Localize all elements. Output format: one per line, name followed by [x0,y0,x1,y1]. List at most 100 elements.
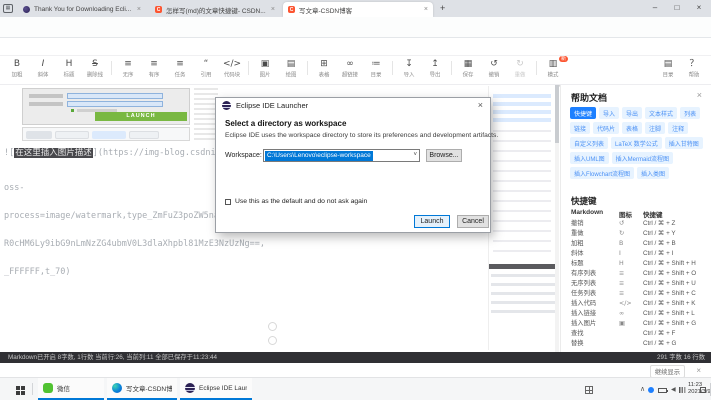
tray-grid-icon[interactable] [585,386,593,394]
help-button[interactable]: ？ 帮助 [681,56,707,79]
undo-button[interactable]: ↺ 撤销 [481,56,507,84]
hyperlink-button[interactable]: ∞ 超链接 [337,56,363,84]
action-center-icon[interactable] [700,387,706,393]
help-tag[interactable]: 插入UML图 [570,152,609,164]
tab-title: 写文章-CSDN博客 [299,5,420,15]
strip-close-icon[interactable]: × [696,366,701,375]
minimize-button[interactable]: – [645,0,665,16]
help-tag[interactable]: 插入甘特图 [665,137,703,149]
markdown-alt-text-selected: 在这里插入图片描述 [14,148,93,158]
preview-scrollbar[interactable] [555,85,559,352]
hidden-icons-chevron[interactable]: ∧ [640,385,645,393]
shortcuts-section-title: 快捷键 [571,195,597,207]
shortcut-row: 有序列表 ≡ Ctrl / ⌘ + Shift + O [571,269,707,279]
help-tag[interactable]: 自定义列表 [570,137,608,149]
workspace-path-selected[interactable]: C:\Users\Lenovo\eclipse-workspace [265,151,373,161]
help-tag[interactable]: 注释 [668,122,688,134]
help-tag[interactable]: 代码片 [593,122,619,134]
checkbox-label[interactable]: Use this as the default and do not ask a… [235,198,367,205]
close-button[interactable]: × [689,0,709,16]
taskbar-item-wechat[interactable]: 微信 [38,378,104,400]
default-workspace-checkbox[interactable] [225,199,231,205]
battery-icon[interactable] [658,388,667,393]
help-tag[interactable]: 文本样式 [645,107,677,119]
help-tag[interactable]: 导入 [599,107,619,119]
help-tag[interactable]: 插入Flowchart流程图 [570,167,634,179]
italic-button[interactable]: I 斜体 [30,56,56,84]
tab-close-icon[interactable]: × [137,6,141,13]
cancel-button[interactable]: Cancel [457,215,489,228]
help-tag-active[interactable]: 快捷键 [570,107,596,119]
new-badge: 新 [559,56,568,62]
export-button[interactable]: ↥ 导出 [422,56,448,84]
markdown-line-2[interactable]: oss- [4,183,24,193]
save-button[interactable]: ▦ 保存 [455,56,481,84]
ordered-list-button[interactable]: ≡ 有序 [141,56,167,84]
toc-button[interactable]: ≔ 目录 [363,56,389,84]
table-button[interactable]: ⊞ 表格 [311,56,337,84]
tab-title: 怎样写(md)的文章快捷键- CSDN... [166,5,267,15]
bold-button[interactable]: B 加粗 [4,56,30,84]
maximize-button[interactable]: □ [667,0,687,16]
redo-button[interactable]: ↻ 重做 [507,56,533,84]
help-tag[interactable]: 注脚 [645,122,665,134]
task-list-button[interactable]: ≡ 任务 [167,56,193,84]
help-tag[interactable]: 插入Mermaid流程图 [612,152,673,164]
strikethrough-button[interactable]: S 删除线 [82,56,108,84]
taskbar-item-eclipse[interactable]: Eclipse IDE Launc… [180,378,252,400]
csdn-favicon-icon: C [288,6,295,13]
drawing-button[interactable]: ▤ 绘图 [278,56,304,84]
mode-button[interactable]: ▥ 模式 新 [540,56,566,84]
network-icon[interactable] [679,387,686,393]
code-block-button[interactable]: </> 代码块 [219,56,245,84]
dialog-title-bar[interactable]: Eclipse IDE Launcher × [216,98,490,113]
scrollbar-thumb[interactable] [555,85,559,143]
browser-tab-3-active[interactable]: C 写文章-CSDN博客 × [283,2,433,17]
preview-float-button[interactable] [268,336,277,345]
preview-float-button[interactable] [268,322,277,331]
help-tag[interactable]: 表格 [622,122,642,134]
tab-close-icon[interactable]: × [271,6,275,13]
markdown-line-4[interactable]: R0cHM6Ly9ibG9nLmNzZG4ubmV0L3dlaXhpbl81Mz… [4,239,265,249]
new-tab-button[interactable]: + [440,3,445,13]
tray-app-icon[interactable] [648,387,654,393]
toolbar-divider [451,61,452,75]
unordered-list-button[interactable]: ≡ 无序 [115,56,141,84]
workspace-combobox[interactable]: C:\Users\Lenovo\eclipse-workspace ˅ [263,149,420,162]
help-tag[interactable]: 列表 [680,107,700,119]
taskbar-item-edge[interactable]: 写文章-CSDN博客… [107,378,177,400]
help-tag[interactable]: LaTeX 数学公式 [611,137,662,149]
toolbar-right-group: ▤ 目录 ？ 帮助 [655,56,707,79]
volume-icon[interactable]: ◀ [671,386,676,393]
thumb-field [67,93,163,99]
quote-button[interactable]: “ 引用 [193,56,219,84]
help-tag[interactable]: 链接 [570,122,590,134]
sidebar-close-icon[interactable]: × [697,90,702,100]
tab-actions-icon[interactable]: ▦ [3,4,13,13]
help-tag[interactable]: 导出 [622,107,642,119]
browser-tab-2[interactable]: C 怎样写(md)的文章快捷键- CSDN... × [150,2,280,17]
heading-button[interactable]: H 标题 [56,56,82,84]
browser-tab-1[interactable]: Thank You for Downloading Ecli... × [18,2,146,17]
tab-close-icon[interactable]: × [424,6,428,13]
shortcut-row: 重做 ↻ Ctrl / ⌘ + Y [571,229,707,239]
eclipse-favicon-icon [23,6,30,13]
mini-tab [55,131,89,139]
toolbar-divider [111,61,112,75]
shortcuts-table: 撤销 ↺ Ctrl / ⌘ + Z 重做 ↻ Ctrl / ⌘ + Y 加粗 B… [571,219,707,349]
outline-toggle-button[interactable]: ▤ 目录 [655,56,681,79]
status-left-text: Markdown已开启 8字数, 1行数 当前行:26, 当前列:11 全部已保… [8,352,217,363]
import-button[interactable]: ↧ 导入 [396,56,422,84]
image-button[interactable]: ▣ 图片 [252,56,278,84]
chevron-down-icon[interactable]: ˅ [413,152,417,158]
dialog-heading: Select a directory as workspace [225,119,346,128]
workspace-label: Workspace: [225,152,262,159]
help-tag[interactable]: 插入类图 [637,167,669,179]
markdown-line-5[interactable]: _FFFFFF,t_70) [4,267,71,277]
mini-tab [129,131,159,139]
markdown-image-prefix: ![ [4,148,14,158]
launch-button[interactable]: Launch [414,215,450,228]
start-button[interactable] [16,386,20,390]
browse-button[interactable]: Browse... [426,149,462,162]
dialog-close-icon[interactable]: × [478,100,483,110]
